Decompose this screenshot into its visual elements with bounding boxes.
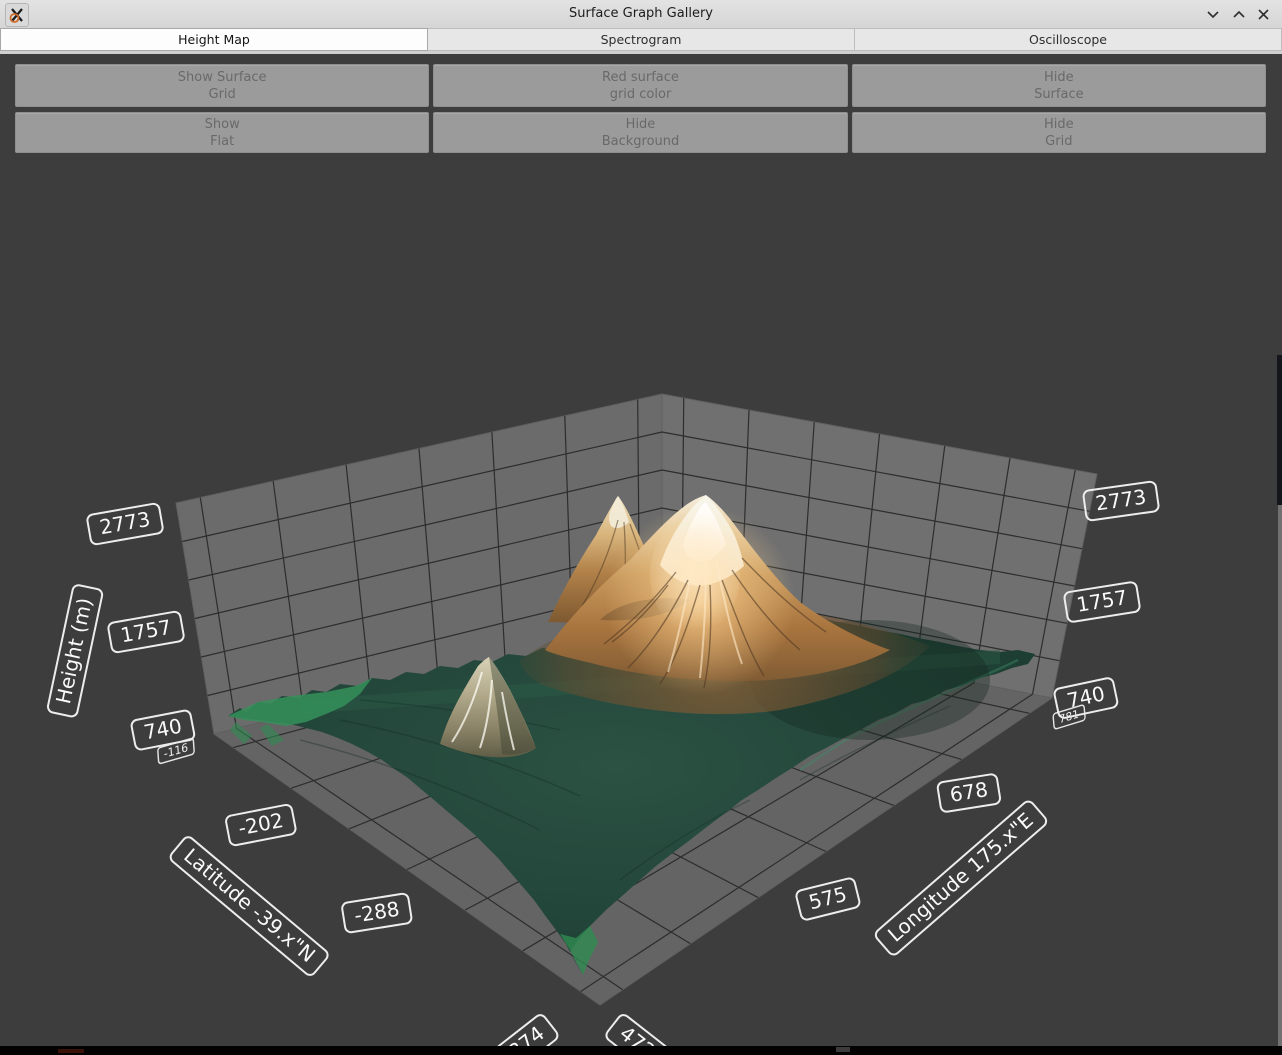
- x-icon: [1258, 9, 1269, 20]
- tab-bar: Height Map Spectrogram Oscilloscope: [0, 28, 1282, 51]
- tab-pane-edge: [0, 51, 1282, 54]
- maximize-button[interactable]: [1228, 4, 1250, 24]
- button-label: Hide: [1044, 69, 1074, 86]
- show-flat-button[interactable]: Show Flat: [15, 112, 429, 153]
- bottom-screen-edge: [0, 1046, 1282, 1055]
- button-label: Grid: [1045, 133, 1072, 150]
- button-label: grid color: [610, 86, 672, 103]
- show-surface-grid-button[interactable]: Show Surface Grid: [15, 64, 429, 107]
- button-label: Background: [602, 133, 680, 150]
- tab-spectrogram[interactable]: Spectrogram: [428, 28, 855, 51]
- button-label: Red surface: [602, 69, 679, 86]
- taskbar-speck: [58, 1049, 84, 1053]
- button-label: Show: [205, 116, 240, 133]
- hide-background-button[interactable]: Hide Background: [433, 112, 847, 153]
- button-label: Hide: [626, 116, 656, 133]
- right-screen-edge-dark: [1277, 355, 1282, 505]
- control-button-grid: Show Surface Grid Red surface grid color…: [15, 64, 1266, 153]
- button-label: Flat: [210, 133, 234, 150]
- hide-surface-button[interactable]: Hide Surface: [852, 64, 1266, 107]
- tab-oscilloscope[interactable]: Oscilloscope: [855, 28, 1282, 51]
- title-bar: Surface Graph Gallery: [0, 0, 1282, 29]
- red-surface-grid-color-button[interactable]: Red surface grid color: [433, 64, 847, 107]
- button-label: Hide: [1044, 116, 1074, 133]
- close-button[interactable]: [1252, 4, 1274, 24]
- right-screen-edge-light: [1278, 505, 1282, 1046]
- button-label: Show Surface: [178, 69, 267, 86]
- tab-height-map[interactable]: Height Map: [0, 28, 428, 51]
- button-label: Surface: [1034, 86, 1084, 103]
- chevron-down-icon: [1207, 10, 1219, 18]
- button-label: Grid: [209, 86, 236, 103]
- minimize-button[interactable]: [1202, 4, 1224, 24]
- hide-grid-button[interactable]: Hide Grid: [852, 112, 1266, 153]
- taskbar-speck: [836, 1047, 850, 1052]
- application-window: Surface Graph Gallery Height Map Spectro…: [0, 0, 1282, 1055]
- chevron-up-icon: [1233, 10, 1245, 18]
- window-title: Surface Graph Gallery: [0, 0, 1282, 28]
